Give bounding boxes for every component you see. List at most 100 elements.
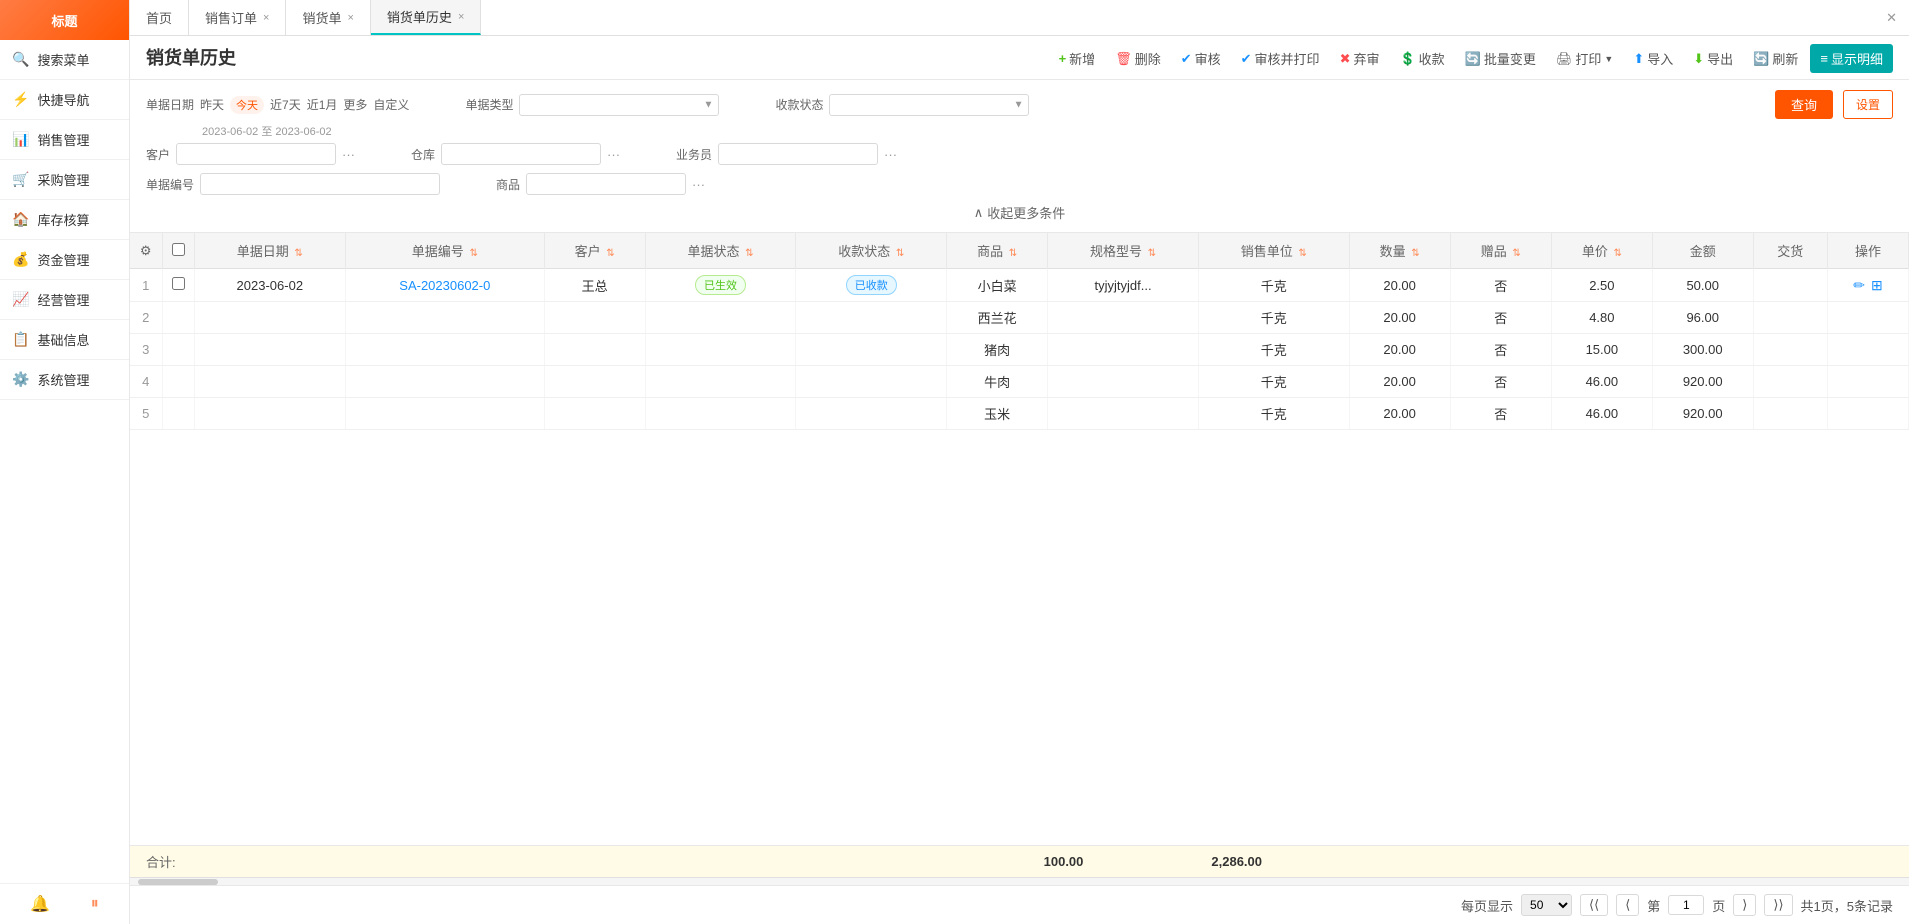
- select-all-checkbox[interactable]: [172, 243, 185, 256]
- row-doc-status: [645, 334, 796, 366]
- sidebar-item-label: 快捷导航: [37, 90, 89, 109]
- col-docno[interactable]: 单据编号 ⇅: [346, 233, 544, 269]
- tab-home[interactable]: 首页: [130, 0, 189, 35]
- row-goods: 玉米: [947, 398, 1048, 430]
- docno-input[interactable]: [200, 173, 440, 195]
- row-op-cell: [1827, 334, 1908, 366]
- table-settings-icon[interactable]: ⚙: [140, 243, 152, 258]
- sidebar-item-search[interactable]: 🔍 搜索菜单: [0, 40, 129, 80]
- horizontal-scrollbar[interactable]: [130, 877, 1909, 885]
- date-today[interactable]: 今天: [230, 96, 264, 114]
- col-unit[interactable]: 销售单位 ⇅: [1198, 233, 1349, 269]
- col-spec[interactable]: 规格型号 ⇅: [1048, 233, 1199, 269]
- col-date[interactable]: 单据日期 ⇅: [194, 233, 346, 269]
- date-custom[interactable]: 自定义: [373, 96, 409, 113]
- collapse-button[interactable]: ∧ 收起更多条件: [146, 203, 1893, 222]
- main-area: 首页 销售订单 × 销货单 × 销货单历史 × ✕ 销货单历史 + 新增: [130, 0, 1909, 924]
- tab-close-sales-history[interactable]: ×: [458, 11, 464, 23]
- display-detail-button[interactable]: ≡ 显示明细: [1810, 44, 1893, 73]
- col-price[interactable]: 单价 ⇅: [1551, 233, 1652, 269]
- collect-status-select[interactable]: [829, 94, 1029, 116]
- next-page-button[interactable]: ⟩: [1733, 894, 1756, 916]
- col-customer[interactable]: 客户 ⇅: [544, 233, 645, 269]
- date-7days[interactable]: 近7天: [270, 96, 301, 113]
- tab-close-sales-goods[interactable]: ×: [347, 12, 353, 24]
- pause-icon[interactable]: ⏸: [91, 895, 99, 913]
- sort-gift-icon: ⇅: [1512, 248, 1520, 259]
- close-all-tabs-button[interactable]: ✕: [1874, 10, 1909, 26]
- audit-print-button[interactable]: ✔ 审核并打印: [1233, 45, 1328, 72]
- col-settings[interactable]: ⚙: [130, 233, 162, 269]
- sidebar-item-quicknav[interactable]: ⚡ 快捷导航: [0, 80, 129, 120]
- col-op: 操作: [1827, 233, 1908, 269]
- page-label: 第: [1647, 896, 1660, 915]
- sidebar-item-basic[interactable]: 📋 基础信息: [0, 320, 129, 360]
- collect-button[interactable]: 💲 收款: [1391, 45, 1452, 72]
- view-icon[interactable]: ⊞: [1871, 277, 1883, 294]
- audit-button[interactable]: ✔ 审核: [1173, 45, 1229, 72]
- row-customer: [544, 334, 645, 366]
- sidebar-item-finance[interactable]: 💰 资金管理: [0, 240, 129, 280]
- notification-icon[interactable]: 🔔: [30, 894, 50, 914]
- delete-button[interactable]: 🗑 删除: [1107, 45, 1169, 72]
- warehouse-picker-icon[interactable]: ···: [607, 147, 620, 162]
- col-goods[interactable]: 商品 ⇅: [947, 233, 1048, 269]
- sidebar-item-operation[interactable]: 📈 经营管理: [0, 280, 129, 320]
- batch-change-button[interactable]: 🔄 批量变更: [1457, 45, 1544, 72]
- row-unit: 千克: [1198, 366, 1349, 398]
- col-gift[interactable]: 赠品 ⇅: [1450, 233, 1551, 269]
- tab-sales-goods[interactable]: 销货单 ×: [286, 0, 370, 35]
- add-button[interactable]: + 新增: [1051, 45, 1104, 72]
- filter-row-2: 客户 ··· 仓库 ··· 业务员 ···: [146, 143, 1893, 165]
- row-gift: 否: [1450, 366, 1551, 398]
- row-gift: 否: [1450, 269, 1551, 302]
- date-yesterday[interactable]: 昨天: [200, 96, 224, 113]
- per-page-select[interactable]: 50 20 100: [1521, 894, 1572, 916]
- row-unit: 千克: [1198, 269, 1349, 302]
- setting-button[interactable]: 设置: [1843, 90, 1893, 119]
- row-checkbox[interactable]: [172, 277, 185, 290]
- warehouse-input[interactable]: [441, 143, 601, 165]
- col-collect-status[interactable]: 收款状态 ⇅: [796, 233, 947, 269]
- row-collect-status: [796, 398, 947, 430]
- row-num: 2: [130, 302, 162, 334]
- sidebar-item-system[interactable]: ⚙️ 系统管理: [0, 360, 129, 400]
- page-number-input[interactable]: [1668, 895, 1704, 915]
- tab-sales-order[interactable]: 销售订单 ×: [189, 0, 286, 35]
- sidebar-item-sales[interactable]: 📊 销售管理: [0, 120, 129, 160]
- col-qty[interactable]: 数量 ⇅: [1349, 233, 1450, 269]
- row-amount: 50.00: [1652, 269, 1753, 302]
- import-button[interactable]: ⬆ 导入: [1625, 45, 1681, 72]
- tab-sales-history[interactable]: 销货单历史 ×: [371, 0, 481, 35]
- salesman-picker-icon[interactable]: ···: [884, 147, 897, 162]
- row-num: 3: [130, 334, 162, 366]
- tab-close-sales-order[interactable]: ×: [263, 12, 269, 24]
- print-button[interactable]: 🖨 打印 ▼: [1548, 45, 1621, 72]
- refresh-button[interactable]: 🔄 刷新: [1745, 45, 1806, 72]
- goods-input[interactable]: [526, 173, 686, 195]
- col-doc-status[interactable]: 单据状态 ⇅: [645, 233, 796, 269]
- sort-docstatus-icon: ⇅: [745, 248, 753, 259]
- goods-picker-icon[interactable]: ···: [692, 177, 705, 192]
- table-footer: 合计: 100.00 2,286.00: [130, 845, 1909, 877]
- edit-icon[interactable]: ✏: [1853, 277, 1865, 294]
- sidebar-item-purchase[interactable]: 🛒 采购管理: [0, 160, 129, 200]
- first-page-button[interactable]: ⟨⟨: [1580, 894, 1608, 916]
- abandon-button[interactable]: ✖ 弃审: [1332, 45, 1388, 72]
- doctype-select[interactable]: [519, 94, 719, 116]
- prev-page-button[interactable]: ⟨: [1616, 894, 1639, 916]
- query-button[interactable]: 查询: [1775, 90, 1833, 119]
- date-more[interactable]: 更多: [343, 96, 367, 113]
- row-goods: 猪肉: [947, 334, 1048, 366]
- scrollbar-thumb[interactable]: [138, 879, 218, 885]
- sidebar-item-inventory[interactable]: 🏠 库存核算: [0, 200, 129, 240]
- customer-picker-icon[interactable]: ···: [342, 147, 355, 162]
- date-1month[interactable]: 近1月: [307, 96, 338, 113]
- export-button[interactable]: ⬇ 导出: [1685, 45, 1741, 72]
- customer-input[interactable]: [176, 143, 336, 165]
- salesman-input[interactable]: [718, 143, 878, 165]
- footer-totals: 100.00: [1036, 854, 1084, 869]
- last-page-button[interactable]: ⟩⟩: [1764, 894, 1792, 916]
- docno-link[interactable]: SA-20230602-0: [399, 278, 490, 293]
- row-amount: 920.00: [1652, 366, 1753, 398]
